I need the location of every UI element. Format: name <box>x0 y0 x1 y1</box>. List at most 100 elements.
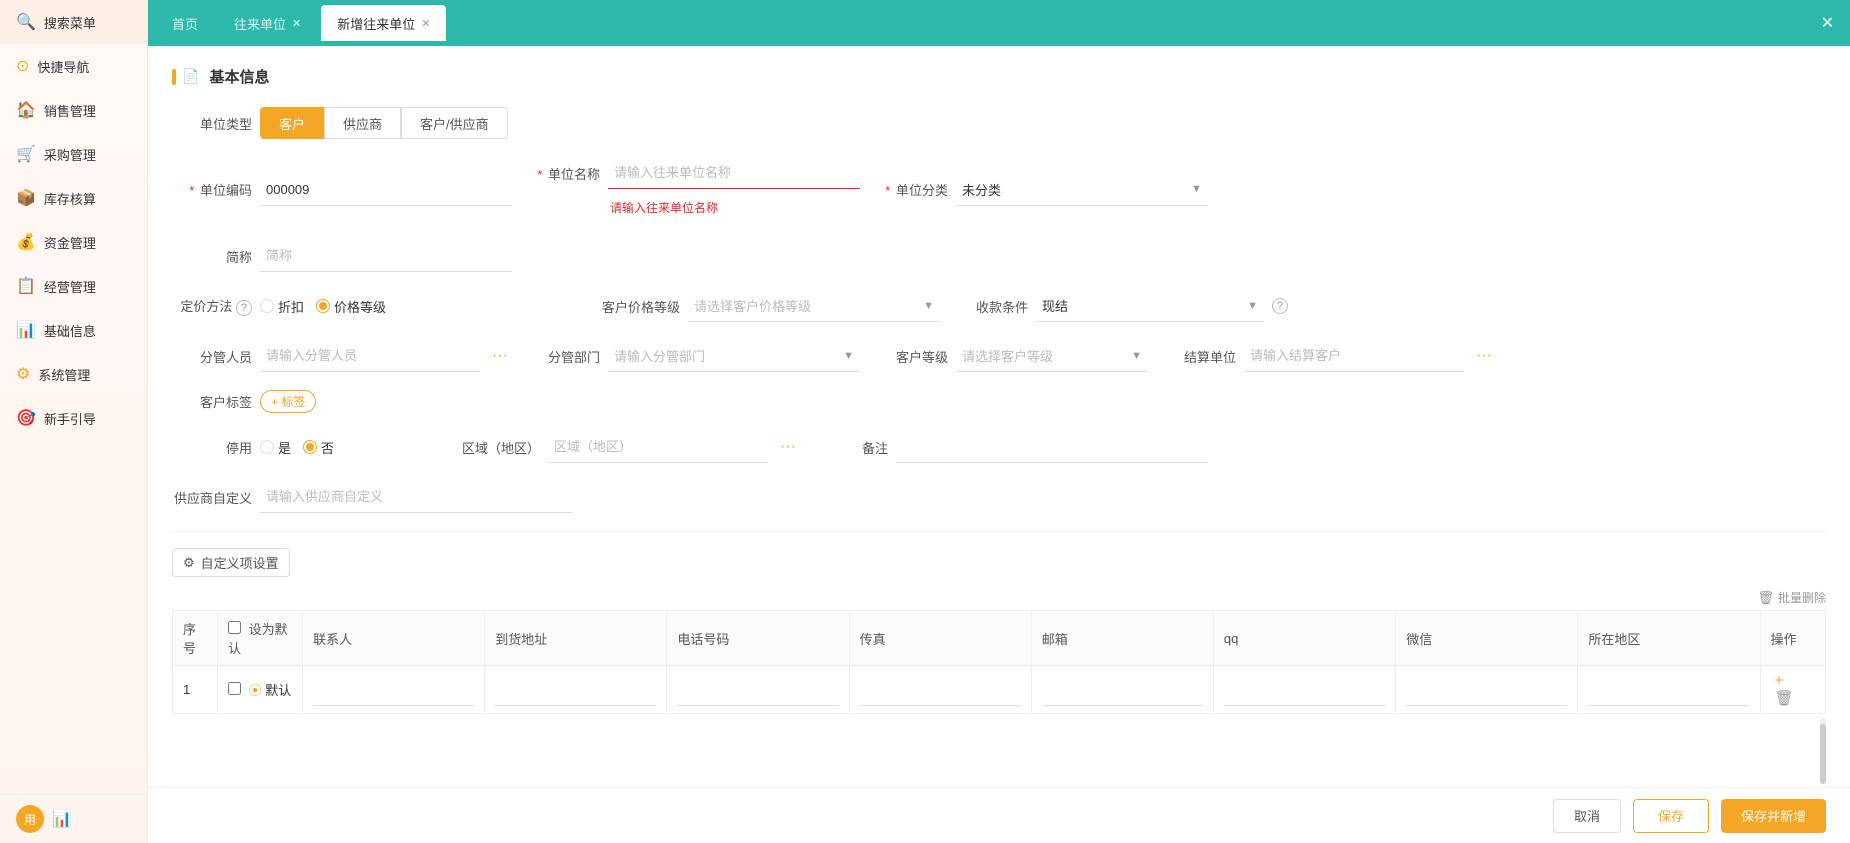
save-new-button[interactable]: 保存并新增 <box>1721 799 1826 833</box>
payment-label: 收款条件 <box>948 297 1028 316</box>
row-wechat[interactable] <box>1396 666 1578 714</box>
sidebar-item-label: 库存核算 <box>44 189 96 208</box>
unit-info-row: * 单位编码 * 单位名称 请输入往来单位名称 * 单位分类 <box>172 157 1826 222</box>
gear-icon: ⚙ <box>183 555 195 571</box>
manager-group: 分管人员 ··· <box>172 340 512 372</box>
sidebar-item-basic-info[interactable]: 📊 基础信息 <box>0 308 147 352</box>
required-mark: * <box>537 167 542 182</box>
pricing-radio-discount[interactable]: 折扣 <box>260 297 304 316</box>
row-delete-button[interactable]: 🗑 <box>1771 689 1798 707</box>
row-phone[interactable] <box>667 666 849 714</box>
tab-new-contact[interactable]: 新增往来单位 ✕ <box>321 5 446 41</box>
custom-settings-button[interactable]: ⚙ 自定义项设置 <box>172 548 290 577</box>
settlement-more-icon[interactable]: ··· <box>1472 347 1496 365</box>
section-icon: 📄 <box>182 68 199 85</box>
pricing-label: 定价方法 ? <box>172 296 252 316</box>
tab-bar: 首页 往来单位 ✕ 新增往来单位 ✕ ✕ <box>148 0 1850 46</box>
required-mark: * <box>189 183 194 198</box>
payment-help-icon[interactable]: ? <box>1272 298 1288 314</box>
manager-more-icon[interactable]: ··· <box>488 347 512 365</box>
supplier-custom-input[interactable] <box>260 481 572 513</box>
type-btn-supplier[interactable]: 供应商 <box>324 107 401 139</box>
sidebar-item-label: 系统管理 <box>38 365 90 384</box>
disabled-radio-no[interactable]: 否 <box>303 438 334 457</box>
region-more-icon[interactable]: ··· <box>776 438 800 456</box>
row-address[interactable] <box>485 666 667 714</box>
scrollbar-thumb[interactable] <box>1820 724 1826 784</box>
unit-category-select[interactable]: 未分类 ▼ <box>956 174 1208 206</box>
row-email[interactable] <box>1031 666 1213 714</box>
sidebar-item-inventory[interactable]: 📦 库存核算 <box>0 176 147 220</box>
sidebar-item-operations[interactable]: 📋 经营管理 <box>0 264 147 308</box>
row-checkbox[interactable] <box>228 682 241 695</box>
contact-input[interactable] <box>313 674 474 706</box>
disabled-yes-label: 是 <box>278 438 291 457</box>
sidebar-item-beginner[interactable]: 🎯 新手引导 <box>0 396 147 440</box>
fax-input[interactable] <box>860 674 1021 706</box>
sidebar-item-quick-nav[interactable]: ⊙ 快捷导航 <box>0 44 147 88</box>
manager-input[interactable] <box>260 340 480 372</box>
phone-input[interactable] <box>677 674 838 706</box>
chevron-down-icon: ▼ <box>1191 183 1202 195</box>
department-select[interactable]: 请输入分管部门 ▼ <box>608 340 860 372</box>
pricing-radio-level[interactable]: 价格等级 <box>316 297 386 316</box>
unit-name-group: * 单位名称 请输入往来单位名称 <box>520 157 860 222</box>
sidebar-item-finance[interactable]: 💰 资金管理 <box>0 220 147 264</box>
row-region[interactable] <box>1578 666 1760 714</box>
cancel-button[interactable]: 取消 <box>1553 799 1621 833</box>
customer-level-label: 客户等级 <box>868 347 948 366</box>
row-default: ⦿ 默认 <box>218 666 303 714</box>
qq-input[interactable] <box>1224 674 1385 706</box>
remark-input[interactable] <box>896 431 1208 463</box>
radio-circle-yes <box>260 440 274 454</box>
chevron-down-icon: ▼ <box>843 350 854 362</box>
sidebar-item-sales[interactable]: 🏠 销售管理 <box>0 88 147 132</box>
pricing-help-icon[interactable]: ? <box>236 300 252 316</box>
disabled-label: 停用 <box>172 438 252 457</box>
type-btn-customer[interactable]: 客户 <box>260 107 324 139</box>
pricing-row: 定价方法 ? 折扣 价格等级 客户价格等级 请选择客户价 <box>172 290 1826 322</box>
type-btn-both[interactable]: 客户/供应商 <box>401 107 508 139</box>
disabled-row: 停用 是 否 区域（地区） ··· 备注 <box>172 431 1826 463</box>
select-all-checkbox[interactable] <box>228 621 241 634</box>
region-input[interactable] <box>548 431 768 463</box>
row-add-button[interactable]: + <box>1771 672 1788 689</box>
sidebar-item-search[interactable]: 🔍 搜索菜单 <box>0 0 147 44</box>
row-qq[interactable] <box>1213 666 1395 714</box>
row-region-input[interactable] <box>1588 674 1749 706</box>
window-close-button[interactable]: ✕ <box>1813 13 1842 33</box>
email-input[interactable] <box>1042 674 1203 706</box>
batch-delete-icon: 🗑 <box>1757 590 1774 606</box>
unit-type-label: 单位类型 <box>172 114 252 133</box>
money-icon: 💰 <box>16 232 36 252</box>
batch-delete-label[interactable]: 批量删除 <box>1778 589 1826 606</box>
save-button[interactable]: 保存 <box>1633 799 1709 833</box>
payment-group: 收款条件 现结 ▼ ? <box>948 290 1288 322</box>
abbr-input[interactable] <box>260 240 512 272</box>
radio-circle-no <box>303 440 317 454</box>
wechat-input[interactable] <box>1406 674 1567 706</box>
row-fax[interactable] <box>849 666 1031 714</box>
tab-home[interactable]: 首页 <box>156 5 214 41</box>
sidebar-item-system[interactable]: ⚙ 系统管理 <box>0 352 147 396</box>
row-contact[interactable] <box>303 666 485 714</box>
customer-level-select[interactable]: 请选择客户等级 ▼ <box>956 340 1148 372</box>
sidebar-item-purchase[interactable]: 🛒 采购管理 <box>0 132 147 176</box>
customer-price-select[interactable]: 请选择客户价格等级 ▼ <box>688 290 940 322</box>
payment-select[interactable]: 现结 ▼ <box>1036 290 1264 322</box>
unit-category-label: * 单位分类 <box>868 180 948 199</box>
customer-price-group: 客户价格等级 请选择客户价格等级 ▼ <box>600 290 940 322</box>
unit-category-group: * 单位分类 未分类 ▼ <box>868 174 1208 206</box>
unit-code-input[interactable] <box>260 174 512 206</box>
tab-contacts-close-icon[interactable]: ✕ <box>292 17 301 30</box>
unit-name-input[interactable] <box>608 157 860 189</box>
disabled-radio-yes[interactable]: 是 <box>260 438 291 457</box>
department-group: 分管部门 请输入分管部门 ▼ <box>520 340 860 372</box>
row-index: 1 <box>173 666 218 714</box>
tab-new-contact-close-icon[interactable]: ✕ <box>421 17 430 30</box>
address-input[interactable] <box>495 674 656 706</box>
settlement-input[interactable] <box>1244 340 1464 372</box>
tab-contacts[interactable]: 往来单位 ✕ <box>218 5 317 41</box>
custom-settings-label: 自定义项设置 <box>201 553 279 572</box>
add-tag-button[interactable]: + 标签 <box>260 390 316 413</box>
